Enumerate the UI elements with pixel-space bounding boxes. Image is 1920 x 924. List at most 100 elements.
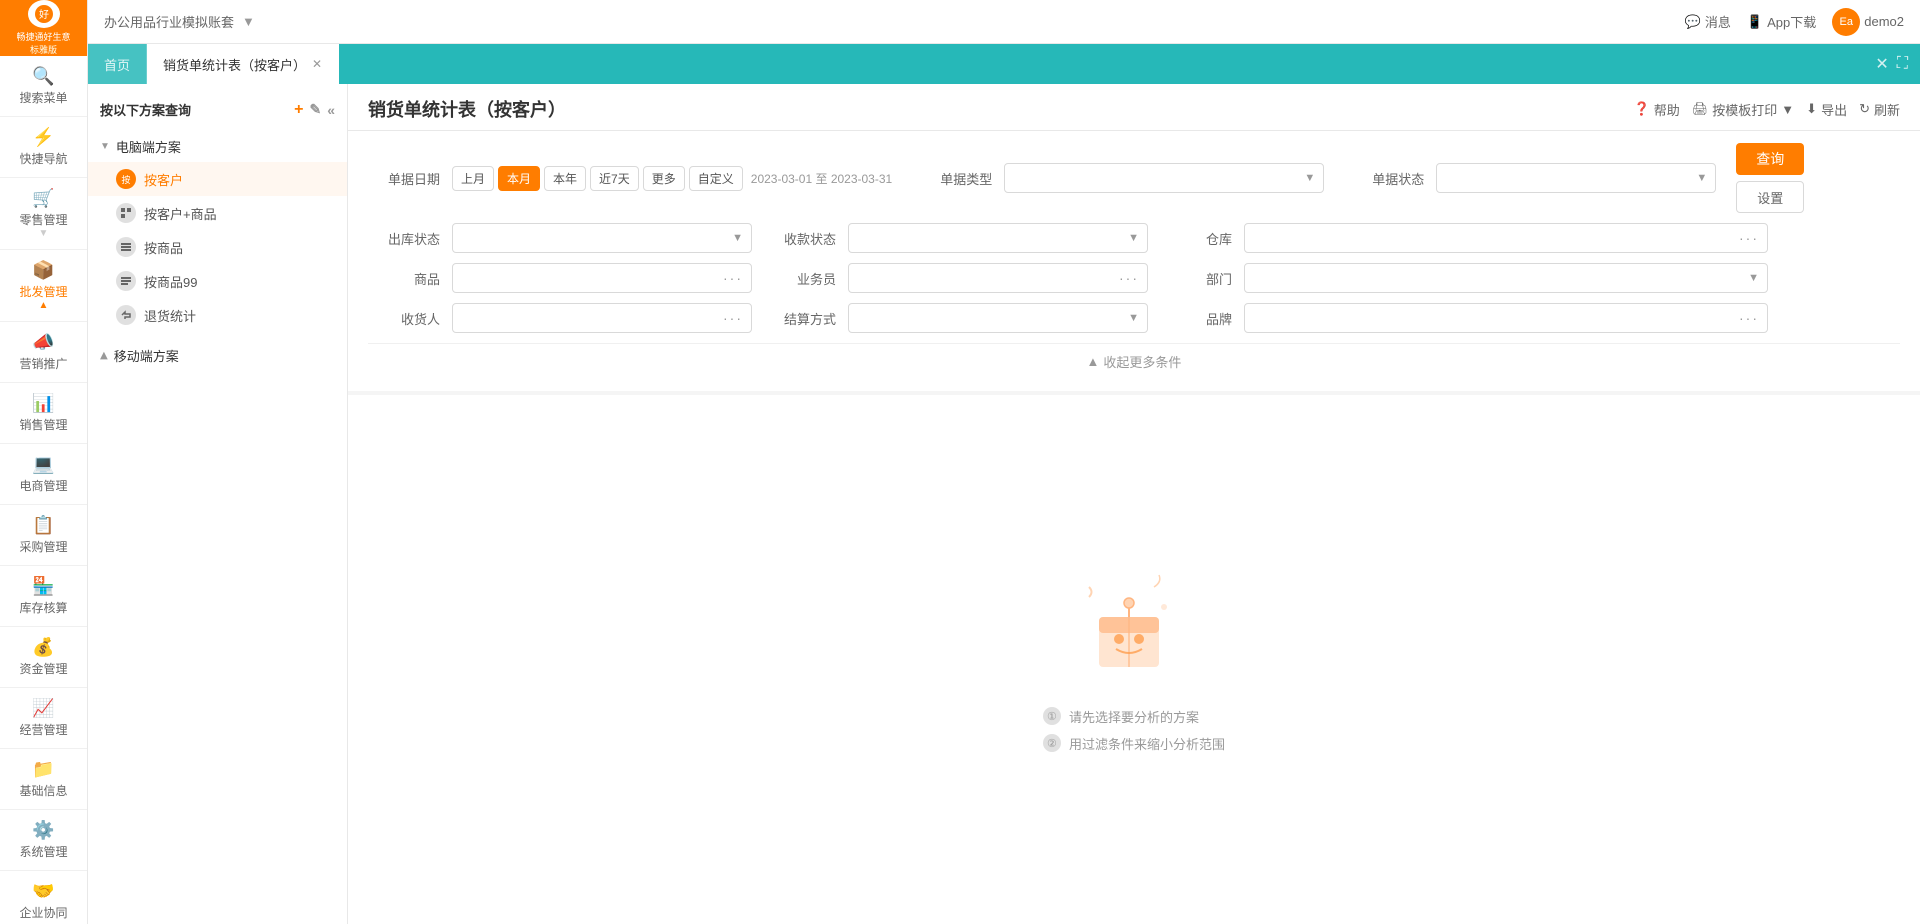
- bill-type-label: 单据类型: [920, 169, 992, 188]
- bill-status-label: 单据状态: [1352, 169, 1424, 188]
- custom-btn[interactable]: 自定义: [689, 166, 743, 191]
- bill-type-select[interactable]: ▼: [1004, 163, 1324, 193]
- sidebar-item-inventory[interactable]: 🏪 库存核算: [0, 566, 87, 627]
- mobile-scheme-title[interactable]: ▶ 移动端方案: [88, 340, 347, 371]
- page-title-bar: 销货单统计表（按客户） ❓ 帮助 🖨 按模板打印 ▼ ⬇ 导出: [348, 84, 1920, 131]
- left-panel-title: 按以下方案查询: [100, 100, 191, 119]
- finance-icon: 💰: [32, 637, 54, 658]
- sidebar-item-wholesale[interactable]: 📦 批发管理 ▲: [0, 250, 87, 322]
- settings-btn[interactable]: 设置: [1736, 181, 1804, 213]
- marketing-icon: 📣: [32, 332, 54, 353]
- header-right: 💬 消息 📱 App下载 Ea demo2: [1685, 8, 1904, 36]
- pc-scheme-title[interactable]: ▼ 电脑端方案: [88, 131, 347, 162]
- last-month-btn[interactable]: 上月: [452, 166, 494, 191]
- product-select[interactable]: ···: [452, 263, 752, 293]
- export-label: 导出: [1821, 100, 1847, 119]
- filter-row-2: 出库状态 ▼ 收款状态 ▼ 仓库 ···: [368, 223, 1900, 253]
- app-title: 办公用品行业模拟账套: [104, 12, 234, 31]
- sidebar: 好 畅捷通好生意 标雅版 🔍 搜索菜单 ⚡ 快捷导航 🛒 零售管理 ▼ 📦 批发…: [0, 0, 88, 924]
- mobile-scheme-title-label: 移动端方案: [114, 346, 179, 365]
- brand-dots-icon: ···: [1739, 310, 1759, 326]
- template-print-btn[interactable]: 🖨 按模板打印 ▼: [1692, 100, 1794, 119]
- avatar: Ea: [1832, 8, 1860, 36]
- sidebar-item-purchase[interactable]: 📋 采购管理: [0, 505, 87, 566]
- product-dots-icon: ···: [723, 270, 743, 286]
- app-download-btn[interactable]: 📱 App下载: [1747, 12, 1816, 31]
- edit-scheme-btn[interactable]: ✎: [309, 101, 321, 118]
- maximize-icon[interactable]: ⛶: [1897, 55, 1908, 73]
- message-label: 消息: [1705, 12, 1731, 31]
- avatar-text: Ea: [1840, 16, 1853, 28]
- quick-nav-icon: ⚡: [32, 127, 54, 148]
- sidebar-item-basic[interactable]: 📁 基础信息: [0, 749, 87, 810]
- page-actions: ❓ 帮助 🖨 按模板打印 ▼ ⬇ 导出 ↻ 刷新: [1634, 100, 1900, 119]
- this-year-btn[interactable]: 本年: [544, 166, 586, 191]
- salesperson-select[interactable]: ···: [848, 263, 1148, 293]
- return-stats-label: 退货统计: [144, 306, 196, 325]
- sidebar-item-collab[interactable]: 🤝 企业协同: [0, 871, 87, 924]
- warehouse-select[interactable]: ···: [1244, 223, 1768, 253]
- close-window-icon[interactable]: ✕: [1875, 54, 1888, 74]
- sidebar-item-ecom[interactable]: 💻 电商管理: [0, 444, 87, 505]
- recipient-select[interactable]: ···: [452, 303, 752, 333]
- app-logo[interactable]: 好 畅捷通好生意 标雅版: [0, 0, 88, 56]
- date-label: 单据日期: [368, 169, 440, 188]
- help-btn[interactable]: ❓ 帮助: [1634, 100, 1680, 119]
- dept-select[interactable]: ▼: [1244, 263, 1768, 293]
- this-month-btn[interactable]: 本月: [498, 166, 540, 191]
- logo-icon: 好: [28, 0, 60, 28]
- empty-illustration: [1074, 567, 1194, 687]
- right-content: 销货单统计表（按客户） ❓ 帮助 🖨 按模板打印 ▼ ⬇ 导出: [348, 84, 1920, 924]
- sidebar-item-sales-mgr-label: 销售管理: [19, 416, 67, 433]
- tip-2-num: ②: [1043, 734, 1061, 752]
- scheme-item-by-product-99[interactable]: 按商品99: [88, 264, 347, 298]
- collab-icon: 🤝: [32, 881, 54, 902]
- scheme-item-by-product[interactable]: 按商品: [88, 230, 347, 264]
- refresh-btn[interactable]: ↻ 刷新: [1859, 100, 1900, 119]
- user-profile[interactable]: Ea demo2: [1832, 8, 1904, 36]
- add-scheme-btn[interactable]: +: [294, 101, 303, 119]
- by-product-label: 按商品: [144, 238, 183, 257]
- scheme-item-by-customer-product[interactable]: 按客户+商品: [88, 196, 347, 230]
- last-7-btn[interactable]: 近7天: [590, 166, 639, 191]
- action-buttons: 查询 设置: [1736, 143, 1804, 213]
- sidebar-item-search[interactable]: 🔍 搜索菜单: [0, 56, 87, 117]
- search-btn[interactable]: 查询: [1736, 143, 1804, 175]
- sidebar-item-ops[interactable]: 📈 经营管理: [0, 688, 87, 749]
- brand-select[interactable]: ···: [1244, 303, 1768, 333]
- dropdown-arrow[interactable]: ▼: [242, 14, 255, 29]
- date-group: 上月 本月 本年 近7天 更多 自定义 2023-03-01 至 2023-03…: [452, 166, 892, 191]
- receipt-status-select[interactable]: ▼: [848, 223, 1148, 253]
- template-print-label: 按模板打印: [1712, 100, 1777, 119]
- sidebar-item-wholesale-label: 批发管理: [19, 283, 67, 300]
- collapse-btn[interactable]: ▲ 收起更多条件: [1087, 352, 1182, 371]
- tab-sales-stats[interactable]: 销货单统计表（按客户） ✕: [147, 44, 339, 84]
- ops-icon: 📈: [32, 698, 54, 719]
- more-btn[interactable]: 更多: [643, 166, 685, 191]
- mobile-scheme-section: ▶ 移动端方案: [88, 336, 347, 375]
- sidebar-item-retail[interactable]: 🛒 零售管理 ▼: [0, 178, 87, 250]
- bill-status-select[interactable]: ▼: [1436, 163, 1716, 193]
- close-tab-icon[interactable]: ✕: [312, 57, 322, 71]
- sidebar-item-marketing[interactable]: 📣 营销推广: [0, 322, 87, 383]
- receipt-status-label: 收款状态: [764, 229, 836, 248]
- by-product-99-icon: [116, 271, 136, 291]
- sidebar-item-quick-nav[interactable]: ⚡ 快捷导航: [0, 117, 87, 178]
- basic-icon: 📁: [32, 759, 54, 780]
- out-status-select[interactable]: ▼: [452, 223, 752, 253]
- tab-home[interactable]: 首页: [88, 44, 147, 84]
- export-btn[interactable]: ⬇ 导出: [1806, 100, 1847, 119]
- scheme-item-return-stats[interactable]: 退货统计: [88, 298, 347, 332]
- bill-type-arrow-icon: ▼: [1304, 172, 1315, 184]
- collapse-panel-btn[interactable]: «: [327, 102, 335, 118]
- scheme-item-by-customer[interactable]: 按 按客户: [88, 162, 347, 196]
- content-wrapper: 按以下方案查询 + ✎ « ▼ 电脑端方案 按 按客户: [88, 84, 1920, 924]
- tab-maximize-area: ✕ ⛶: [1875, 54, 1920, 74]
- message-btn[interactable]: 💬 消息: [1685, 12, 1731, 31]
- sidebar-item-sales-mgr[interactable]: 📊 销售管理: [0, 383, 87, 444]
- sidebar-item-finance[interactable]: 💰 资金管理: [0, 627, 87, 688]
- settlement-select[interactable]: ▼: [848, 303, 1148, 333]
- help-icon: ❓: [1634, 101, 1650, 117]
- recipient-dots-icon: ···: [723, 310, 743, 326]
- sidebar-item-system[interactable]: ⚙️ 系统管理: [0, 810, 87, 871]
